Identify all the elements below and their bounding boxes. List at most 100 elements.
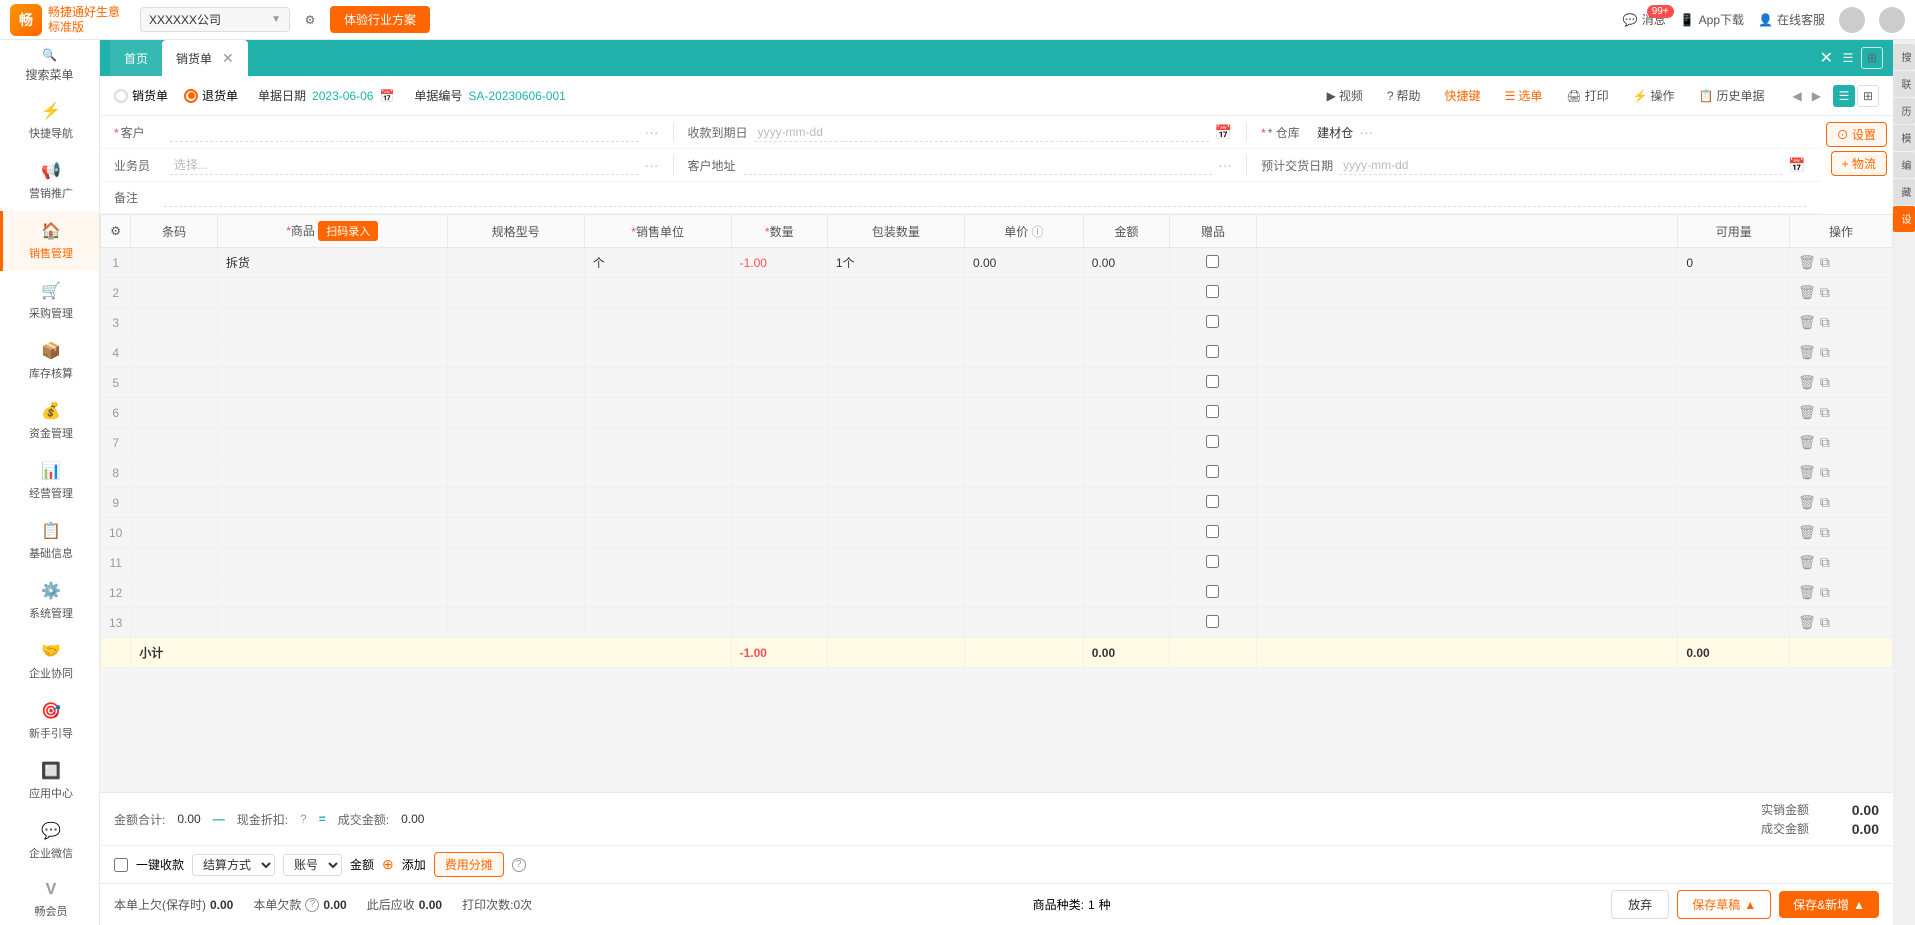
customer-expand-icon[interactable]: ··· <box>645 124 659 140</box>
avatar[interactable] <box>1839 7 1865 33</box>
gift-checkbox[interactable] <box>1206 555 1219 568</box>
delete-icon[interactable]: 🗑 <box>1798 374 1816 391</box>
account-select[interactable]: 账号 <box>283 854 342 876</box>
tab-close-icon[interactable]: ✕ <box>222 50 234 67</box>
cell-product[interactable]: 拆货 <box>217 248 447 278</box>
delete-icon[interactable]: 🗑 <box>1798 314 1816 331</box>
salesperson-input[interactable] <box>170 156 639 175</box>
settings-panel-btn[interactable]: ⊙ 设置 <box>1826 122 1887 147</box>
customer-addr-input[interactable] <box>744 156 1213 175</box>
copy-icon[interactable]: ⧉ <box>1820 404 1830 421</box>
cell-qty[interactable]: -1.00 <box>731 248 827 278</box>
date-value[interactable]: 2023-06-06 <box>312 89 373 103</box>
grid-view-btn[interactable]: ⊞ <box>1861 47 1883 69</box>
gift-checkbox[interactable] <box>1206 495 1219 508</box>
warehouse-value[interactable]: 建材仓 <box>1317 124 1353 141</box>
copy-icon[interactable]: ⧉ <box>1820 554 1830 571</box>
sidebar-item-quick-nav[interactable]: ⚡ 快捷导航 <box>0 91 99 151</box>
sidebar-item-inventory[interactable]: 📦 库存核算 <box>0 331 99 391</box>
next-arrow[interactable]: ▶ <box>1808 87 1825 105</box>
right-panel-btn-2[interactable]: 联 <box>1893 71 1915 97</box>
cell-unit[interactable]: 个 <box>584 248 731 278</box>
shortcut-btn[interactable]: 快捷键 <box>1437 84 1489 107</box>
calendar-icon[interactable]: 📅 <box>379 89 394 103</box>
right-panel-btn-1[interactable]: 搜 <box>1893 44 1915 70</box>
doc-no-value[interactable]: SA-20230606-001 <box>468 89 565 103</box>
delete-icon[interactable]: 🗑 <box>1798 284 1816 301</box>
copy-icon[interactable]: ⧉ <box>1820 434 1830 451</box>
sidebar-item-marketing[interactable]: 📢 营销推广 <box>0 151 99 211</box>
customer-input[interactable] <box>170 123 639 142</box>
company-selector[interactable]: XXXXXX公司 ▼ <box>140 7 290 32</box>
radio-sales-order[interactable]: 销货单 <box>114 87 168 104</box>
print-btn[interactable]: 🖨 打印 <box>1558 84 1616 107</box>
right-panel-btn-7[interactable]: 设 <box>1893 206 1915 232</box>
copy-icon[interactable]: ⧉ <box>1820 524 1830 541</box>
right-panel-btn-3[interactable]: 历 <box>1893 98 1915 124</box>
select-btn[interactable]: ☰ 选单 <box>1497 84 1551 107</box>
delete-icon[interactable]: 🗑 <box>1798 614 1816 631</box>
addr-expand-icon[interactable]: ··· <box>1218 157 1232 173</box>
copy-icon[interactable]: ⧉ <box>1820 614 1830 631</box>
message-btn[interactable]: 💬 消息 99+ <box>1623 11 1666 28</box>
discount-help-icon[interactable]: ? <box>300 812 307 826</box>
gift-checkbox[interactable] <box>1206 375 1219 388</box>
cell-gift[interactable] <box>1170 248 1256 278</box>
gift-checkbox[interactable] <box>1206 585 1219 598</box>
abandon-btn[interactable]: 放弃 <box>1611 890 1669 919</box>
company-settings-icon[interactable]: ⚙ <box>296 6 324 34</box>
form-grid-view-btn[interactable]: ⊞ <box>1857 85 1879 107</box>
sidebar-item-enterprise[interactable]: 🤝 企业协同 <box>0 631 99 691</box>
gift-checkbox[interactable] <box>1206 525 1219 538</box>
copy-icon[interactable]: ⧉ <box>1820 584 1830 601</box>
copy-icon[interactable]: ⧉ <box>1820 254 1830 271</box>
cell-pack-qty[interactable]: 1个 <box>827 248 964 278</box>
copy-icon[interactable]: ⧉ <box>1820 374 1830 391</box>
gift-checkbox[interactable] <box>1206 285 1219 298</box>
sidebar-item-sales[interactable]: 🏠 销售管理 <box>0 211 99 271</box>
notes-input[interactable] <box>164 188 1806 207</box>
tab-sales-order[interactable]: 销货单 ✕ <box>162 40 248 76</box>
right-panel-btn-4[interactable]: 模 <box>1893 125 1915 151</box>
delete-icon[interactable]: 🗑 <box>1798 494 1816 511</box>
sidebar-item-finance[interactable]: 💰 资金管理 <box>0 391 99 451</box>
col-settings[interactable]: ⚙ <box>101 215 131 248</box>
copy-icon[interactable]: ⧉ <box>1820 494 1830 511</box>
sidebar-item-member[interactable]: V 畅会员 <box>0 871 99 925</box>
expected-date-calendar-icon[interactable]: 📅 <box>1788 157 1805 174</box>
sidebar-item-apps[interactable]: 🔲 应用中心 <box>0 751 99 811</box>
gift-checkbox[interactable] <box>1206 315 1219 328</box>
operate-btn[interactable]: ⚡ 操作 <box>1625 84 1683 107</box>
list-view-btn[interactable]: ☰ <box>1837 47 1859 69</box>
radio-return-order[interactable]: 退货单 <box>184 87 238 104</box>
sidebar-item-base[interactable]: 📋 基础信息 <box>0 511 99 571</box>
history-btn[interactable]: 📋 历史单据 <box>1691 84 1773 107</box>
save-draft-btn[interactable]: 保存草稿 ▲ <box>1677 890 1771 919</box>
gift-checkbox[interactable] <box>1206 345 1219 358</box>
cell-price[interactable]: 0.00 <box>964 248 1083 278</box>
gift-checkbox[interactable] <box>1206 405 1219 418</box>
logistics-btn[interactable]: + 物流 <box>1831 151 1887 176</box>
gift-checkbox[interactable] <box>1206 615 1219 628</box>
price-info-icon[interactable]: ⓘ <box>1032 225 1044 239</box>
gift-checkbox[interactable] <box>1206 435 1219 448</box>
app-download-btn[interactable]: 📱 App下载 <box>1680 11 1744 28</box>
online-service-btn[interactable]: 👤 在线客服 <box>1758 11 1825 28</box>
add-payment-btn[interactable]: ⊕ <box>382 856 394 873</box>
fee-help-icon[interactable]: ? <box>512 858 526 872</box>
close-all-btn[interactable]: ✕ <box>1820 48 1833 68</box>
sidebar-item-wechat[interactable]: 💬 企业微信 <box>0 811 99 871</box>
due-date-calendar-icon[interactable]: 📅 <box>1215 124 1232 141</box>
scan-btn[interactable]: 扫码录入 <box>318 221 378 241</box>
delete-icon[interactable]: 🗑 <box>1798 344 1816 361</box>
copy-icon[interactable]: ⧉ <box>1820 284 1830 301</box>
tab-home[interactable]: 首页 <box>110 40 162 76</box>
form-list-view-btn[interactable]: ☰ <box>1833 85 1855 107</box>
delete-icon[interactable]: 🗑 <box>1798 434 1816 451</box>
sidebar-search[interactable]: 🔍 搜索菜单 <box>0 40 99 91</box>
gift-checkbox[interactable] <box>1206 255 1219 268</box>
help-btn[interactable]: ? 帮助 <box>1379 84 1429 107</box>
owe-help-icon[interactable]: ? <box>305 898 319 912</box>
delete-icon[interactable]: 🗑 <box>1798 254 1816 271</box>
cell-barcode[interactable] <box>131 248 217 278</box>
